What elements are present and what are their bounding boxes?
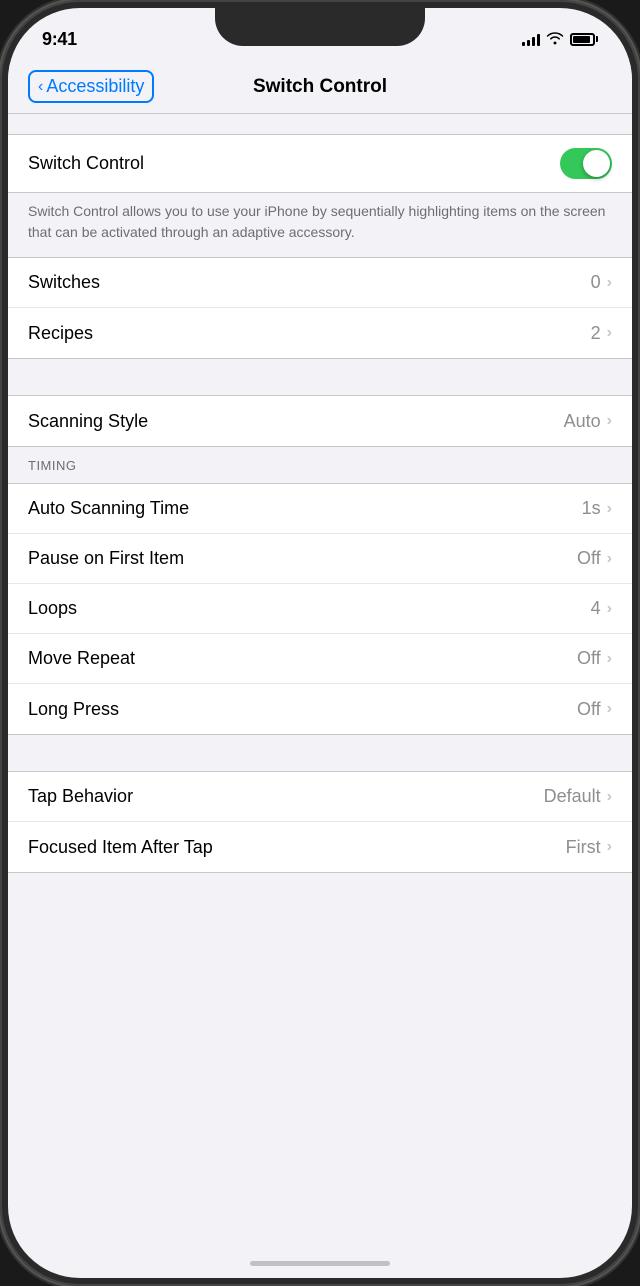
timing-card: Auto Scanning Time 1s › Pause on First I… (8, 483, 632, 735)
scanning-style-chevron-icon: › (607, 412, 612, 430)
move-repeat-label: Move Repeat (28, 648, 135, 669)
loops-value: 4 (591, 598, 601, 619)
auto-scanning-time-row[interactable]: Auto Scanning Time 1s › (8, 484, 632, 534)
long-press-chevron-icon: › (607, 700, 612, 718)
spacer-top (8, 114, 632, 134)
signal-bar-1 (522, 42, 525, 46)
switches-label: Switches (28, 272, 100, 293)
settings-content: Switch Control Switch Control allows you… (8, 114, 632, 933)
page-title: Switch Control (253, 76, 387, 98)
switch-control-row[interactable]: Switch Control (8, 135, 632, 192)
long-press-row[interactable]: Long Press Off › (8, 684, 632, 734)
switch-control-description-row: Switch Control allows you to use your iP… (8, 193, 632, 257)
switch-control-card: Switch Control (8, 134, 632, 193)
switches-right: 0 › (591, 272, 612, 293)
pause-on-first-item-label: Pause on First Item (28, 548, 184, 569)
move-repeat-chevron-icon: › (607, 650, 612, 668)
scanning-style-row[interactable]: Scanning Style Auto › (8, 396, 632, 446)
tap-behavior-row[interactable]: Tap Behavior Default › (8, 772, 632, 822)
loops-row[interactable]: Loops 4 › (8, 584, 632, 634)
screen: 9:41 (8, 8, 632, 1278)
switches-row[interactable]: Switches 0 › (8, 258, 632, 308)
move-repeat-row[interactable]: Move Repeat Off › (8, 634, 632, 684)
scanning-style-right: Auto › (564, 411, 612, 432)
switches-chevron-icon: › (607, 274, 612, 292)
recipes-row[interactable]: Recipes 2 › (8, 308, 632, 358)
switch-control-description: Switch Control allows you to use your iP… (28, 201, 612, 243)
loops-right: 4 › (591, 598, 612, 619)
tap-behavior-chevron-icon: › (607, 788, 612, 806)
auto-scanning-time-chevron-icon: › (607, 500, 612, 518)
phone-frame: 9:41 (0, 0, 640, 1286)
back-chevron-icon: ‹ (38, 78, 43, 96)
move-repeat-right: Off › (577, 648, 612, 669)
bottom-card: Tap Behavior Default › Focused Item Afte… (8, 771, 632, 873)
focused-item-after-tap-label: Focused Item After Tap (28, 837, 213, 858)
move-repeat-value: Off (577, 648, 601, 669)
bottom-spacer (8, 873, 632, 933)
status-time: 9:41 (42, 29, 77, 50)
signal-bar-2 (527, 40, 530, 46)
tap-behavior-value: Default (544, 786, 601, 807)
auto-scanning-time-right: 1s › (582, 498, 612, 519)
switches-value: 0 (591, 272, 601, 293)
signal-bar-3 (532, 37, 535, 46)
back-label: Accessibility (46, 76, 144, 97)
spacer-2: TIMING (8, 447, 632, 483)
spacer-3 (8, 735, 632, 771)
timing-section-label: TIMING (8, 450, 97, 479)
pause-on-first-item-row[interactable]: Pause on First Item Off › (8, 534, 632, 584)
recipes-label: Recipes (28, 323, 93, 344)
tap-behavior-right: Default › (544, 786, 612, 807)
scanning-style-value: Auto (564, 411, 601, 432)
switch-control-label: Switch Control (28, 153, 144, 174)
recipes-right: 2 › (591, 323, 612, 344)
long-press-label: Long Press (28, 699, 119, 720)
recipes-value: 2 (591, 323, 601, 344)
long-press-right: Off › (577, 699, 612, 720)
wifi-icon (546, 31, 564, 48)
back-button[interactable]: ‹ Accessibility (28, 70, 154, 103)
signal-bars-icon (522, 32, 540, 46)
focused-item-after-tap-right: First › (566, 837, 612, 858)
auto-scanning-time-label: Auto Scanning Time (28, 498, 189, 519)
recipes-chevron-icon: › (607, 324, 612, 342)
navigation-bar: ‹ Accessibility Switch Control (8, 62, 632, 114)
spacer-1 (8, 359, 632, 395)
notch (215, 8, 425, 46)
focused-item-after-tap-value: First (566, 837, 601, 858)
home-indicator (250, 1261, 390, 1266)
toggle-thumb (583, 150, 610, 177)
pause-on-first-item-value: Off (577, 548, 601, 569)
scanning-style-card: Scanning Style Auto › (8, 395, 632, 447)
battery-icon (570, 33, 598, 46)
switches-recipes-card: Switches 0 › Recipes 2 › (8, 257, 632, 359)
tap-behavior-label: Tap Behavior (28, 786, 133, 807)
focused-item-after-tap-chevron-icon: › (607, 838, 612, 856)
loops-label: Loops (28, 598, 77, 619)
signal-bar-4 (537, 34, 540, 46)
focused-item-after-tap-row[interactable]: Focused Item After Tap First › (8, 822, 632, 872)
switch-control-toggle[interactable] (560, 148, 612, 179)
pause-on-first-item-chevron-icon: › (607, 550, 612, 568)
loops-chevron-icon: › (607, 600, 612, 618)
scanning-style-label: Scanning Style (28, 411, 148, 432)
long-press-value: Off (577, 699, 601, 720)
status-icons (522, 31, 598, 48)
auto-scanning-time-value: 1s (582, 498, 601, 519)
pause-on-first-item-right: Off › (577, 548, 612, 569)
